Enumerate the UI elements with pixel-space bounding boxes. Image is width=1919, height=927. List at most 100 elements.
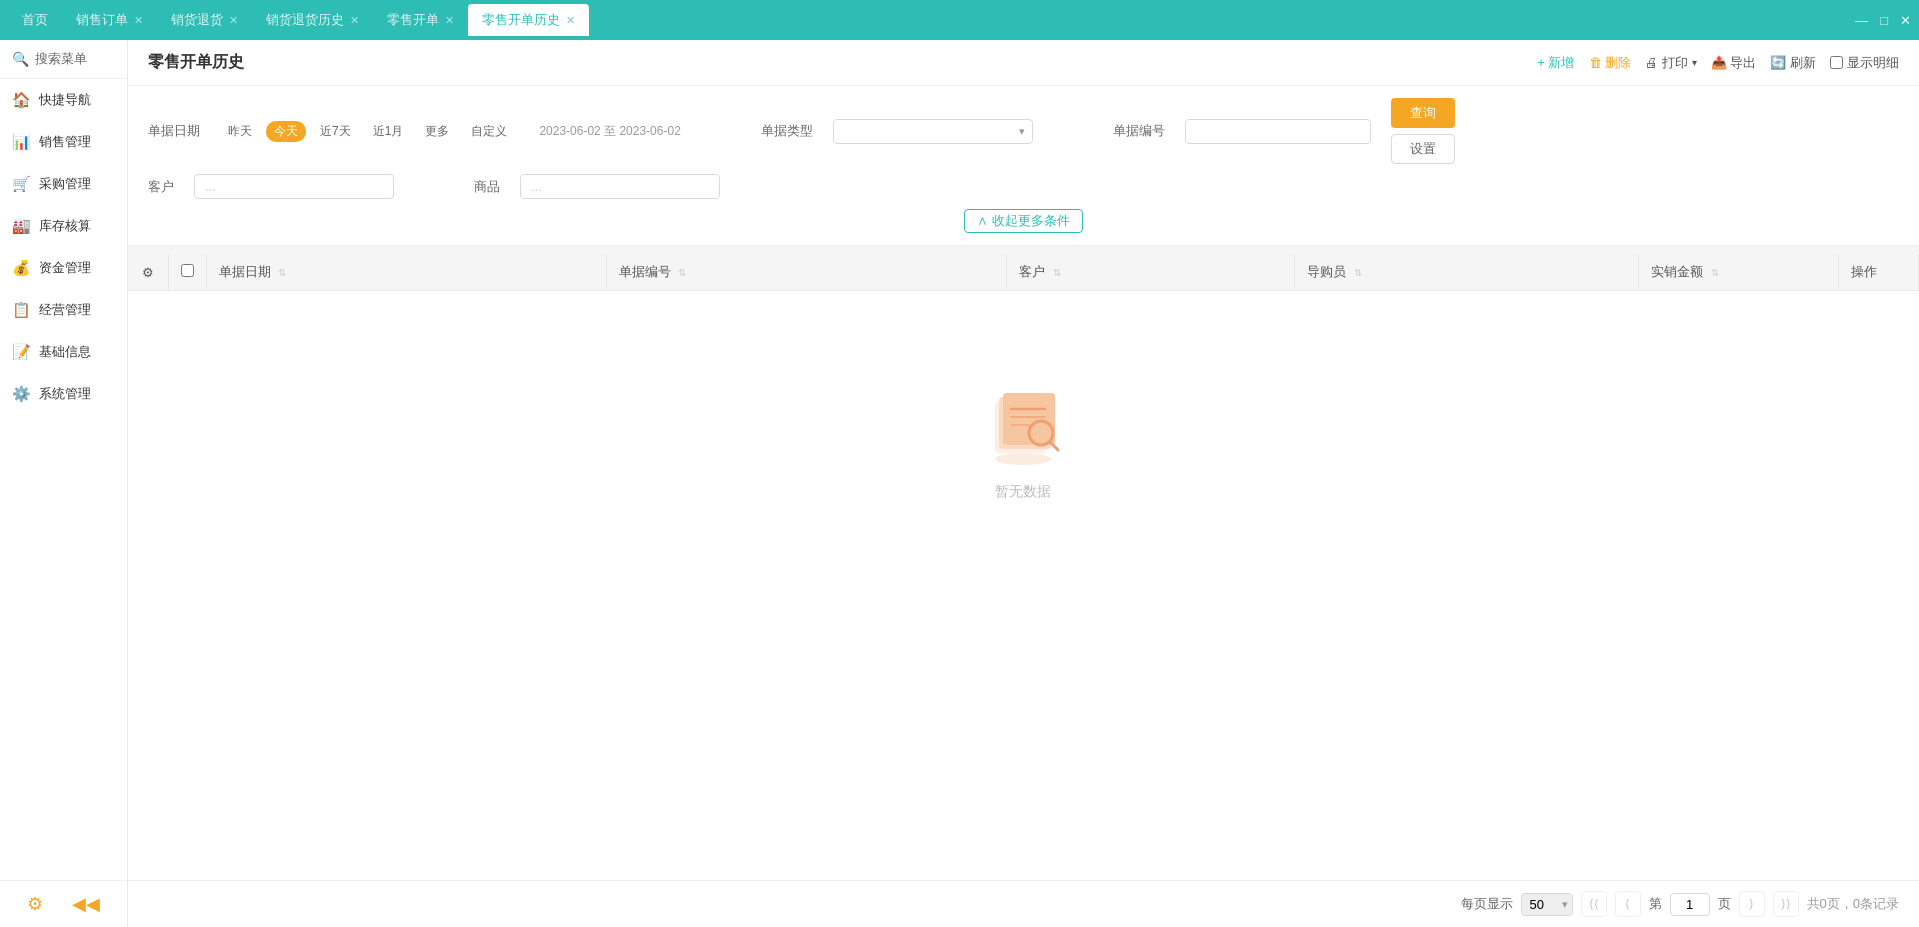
per-page-select[interactable]: 10 20 50 100: [1521, 893, 1573, 916]
col-number-sort[interactable]: ⇅: [678, 267, 686, 278]
display-columns-toggle[interactable]: 显示明细: [1830, 54, 1899, 72]
empty-row: 暂无数据: [128, 291, 1919, 582]
window-close-icon[interactable]: ✕: [1900, 13, 1911, 28]
sidebar-search[interactable]: 🔍 搜索菜单: [0, 40, 127, 79]
content-area: 零售开单历史 + 新增 🗑 删除 🖨 打印 ▾ 📤 导出 🔄 刷新: [128, 40, 1919, 927]
tab-sales-return[interactable]: 销货退货 ✕: [157, 4, 252, 36]
date-option-today[interactable]: 今天: [266, 121, 306, 142]
sidebar-item-operations[interactable]: 📋 经营管理: [0, 289, 127, 331]
table-body: 暂无数据: [128, 291, 1919, 582]
customer-label: 客户: [148, 178, 174, 196]
sidebar-item-sales[interactable]: 📊 销售管理: [0, 121, 127, 163]
finance-icon: 💰: [12, 259, 31, 277]
col-amount-sort[interactable]: ⇅: [1711, 267, 1719, 278]
page-number-input[interactable]: [1670, 893, 1710, 916]
tab-retail-open-close[interactable]: ✕: [445, 14, 454, 27]
quick-nav-icon: 🏠: [12, 91, 31, 109]
per-page-select-wrap: 10 20 50 100: [1521, 893, 1573, 916]
collapse-row: ∧ 收起更多条件: [148, 209, 1899, 233]
inventory-icon: 🏭: [12, 217, 31, 235]
first-page-button[interactable]: ⟨⟨: [1581, 891, 1607, 917]
tab-sales-return-label: 销货退货: [171, 11, 223, 29]
tab-sales-order-close[interactable]: ✕: [134, 14, 143, 27]
export-button[interactable]: 📤 导出: [1711, 54, 1757, 72]
date-option-yesterday[interactable]: 昨天: [220, 121, 260, 142]
col-date-label: 单据日期: [219, 264, 271, 279]
customer-input[interactable]: ...: [194, 174, 394, 199]
basic-info-icon: 📝: [12, 343, 31, 361]
col-amount: 实销金额 ⇅: [1639, 254, 1839, 291]
per-page-label: 每页显示: [1461, 895, 1513, 913]
tab-retail-open[interactable]: 零售开单 ✕: [373, 4, 468, 36]
search-icon: 🔍: [12, 51, 29, 67]
date-range-display: 2023-06-02 至 2023-06-02: [539, 123, 680, 140]
date-option-more[interactable]: 更多: [417, 121, 457, 142]
window-maximize-icon[interactable]: □: [1880, 13, 1888, 28]
tab-retail-open-history-label: 零售开单历史: [482, 11, 560, 29]
sidebar-item-system-label: 系统管理: [39, 385, 91, 403]
date-option-last7[interactable]: 近7天: [312, 121, 359, 142]
col-date-sort[interactable]: ⇅: [278, 267, 286, 278]
date-option-custom[interactable]: 自定义: [463, 121, 515, 142]
col-settings[interactable]: ⚙: [128, 254, 168, 291]
tab-retail-open-history[interactable]: 零售开单历史 ✕: [468, 4, 589, 36]
table-header-row: ⚙ 单据日期 ⇅ 单据编号 ⇅ 客户 ⇅: [128, 254, 1919, 291]
col-number: 单据编号 ⇅: [606, 254, 1006, 291]
collapse-button[interactable]: ∧ 收起更多条件: [964, 209, 1083, 233]
product-input[interactable]: ...: [520, 174, 720, 199]
sidebar-bottom: ⚙ ◀◀: [0, 880, 127, 927]
next-page-button[interactable]: ⟩: [1739, 891, 1765, 917]
sidebar-settings-icon[interactable]: ⚙: [27, 893, 43, 915]
sidebar-collapse-icon[interactable]: ◀◀: [72, 893, 100, 915]
tab-sales-return-history[interactable]: 销货退货历史 ✕: [252, 4, 373, 36]
col-guide-sort[interactable]: ⇅: [1354, 267, 1362, 278]
sidebar-item-finance[interactable]: 💰 资金管理: [0, 247, 127, 289]
tab-bar: 首页 销售订单 ✕ 销货退货 ✕ 销货退货历史 ✕ 零售开单 ✕ 零售开单历史 …: [0, 0, 1919, 40]
sidebar-item-purchase[interactable]: 🛒 采购管理: [0, 163, 127, 205]
sidebar-item-operations-label: 经营管理: [39, 301, 91, 319]
col-actions-label: 操作: [1851, 264, 1877, 279]
sidebar-item-basic-info[interactable]: 📝 基础信息: [0, 331, 127, 373]
sidebar-item-quick-nav[interactable]: 🏠 快捷导航: [0, 79, 127, 121]
main-layout: 🔍 搜索菜单 🏠 快捷导航 📊 销售管理 🛒 采购管理 🏭 库存核算 💰 资金管…: [0, 40, 1919, 927]
tab-bar-actions: — □ ✕: [1855, 13, 1911, 28]
tab-sales-return-history-label: 销货退货历史: [266, 11, 344, 29]
last-page-button[interactable]: ⟩⟩: [1773, 891, 1799, 917]
sidebar-item-inventory-label: 库存核算: [39, 217, 91, 235]
page-title: 零售开单历史: [148, 52, 244, 85]
query-button[interactable]: 查询: [1391, 98, 1455, 128]
doc-number-input[interactable]: [1185, 119, 1371, 144]
add-button[interactable]: + 新增: [1537, 54, 1574, 72]
sidebar-item-quick-nav-label: 快捷导航: [39, 91, 91, 109]
delete-button[interactable]: 🗑 删除: [1589, 54, 1632, 72]
filter-row-1: 单据日期 昨天 今天 近7天 近1月 更多 自定义 2023-06-02 至 2…: [148, 98, 1899, 164]
tab-home[interactable]: 首页: [8, 4, 62, 36]
empty-icon: [973, 371, 1073, 471]
tab-sales-order[interactable]: 销售订单 ✕: [62, 4, 157, 36]
settings-button[interactable]: 设置: [1391, 134, 1455, 164]
prev-page-button[interactable]: ⟨: [1615, 891, 1641, 917]
refresh-button-label: 🔄 刷新: [1770, 54, 1816, 72]
page-label-before: 第: [1649, 895, 1662, 913]
tab-retail-open-history-close[interactable]: ✕: [566, 14, 575, 27]
refresh-button[interactable]: 🔄 刷新: [1770, 54, 1816, 72]
display-columns-checkbox[interactable]: [1830, 56, 1843, 69]
tab-sales-return-close[interactable]: ✕: [229, 14, 238, 27]
tab-sales-return-history-close[interactable]: ✕: [350, 14, 359, 27]
doc-type-select[interactable]: [833, 119, 1033, 144]
product-label: 商品: [474, 178, 500, 196]
col-checkbox[interactable]: [168, 254, 206, 291]
print-button[interactable]: 🖨 打印 ▾: [1645, 54, 1697, 72]
window-minimize-icon[interactable]: —: [1855, 13, 1868, 28]
sidebar-item-inventory[interactable]: 🏭 库存核算: [0, 205, 127, 247]
date-option-last-month[interactable]: 近1月: [365, 121, 412, 142]
col-customer-sort[interactable]: ⇅: [1053, 267, 1061, 278]
sales-icon: 📊: [12, 133, 31, 151]
col-guide: 导购员 ⇅: [1294, 254, 1638, 291]
sidebar-item-system[interactable]: ⚙️ 系统管理: [0, 373, 127, 415]
delete-button-label: 🗑 删除: [1589, 54, 1632, 72]
select-all-checkbox[interactable]: [181, 264, 194, 277]
print-dropdown-icon[interactable]: ▾: [1692, 57, 1697, 68]
display-columns-label: 显示明细: [1847, 54, 1899, 72]
filter-row-2: 客户 ... 商品 ...: [148, 174, 1899, 199]
